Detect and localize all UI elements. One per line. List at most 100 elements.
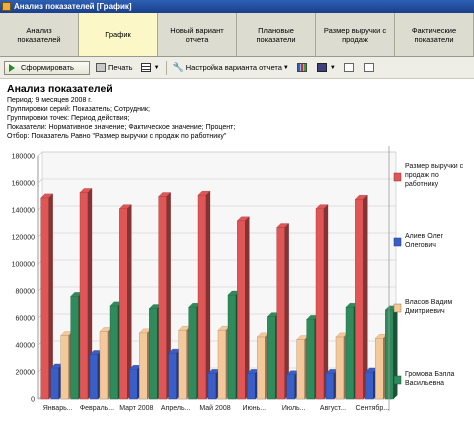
bar-front [345, 306, 355, 400]
bar-front [375, 338, 384, 400]
legend-label: Громова Бэлла Васильевна [405, 371, 455, 387]
bar-side [323, 204, 329, 400]
bar-front [129, 369, 138, 400]
play-icon [9, 63, 15, 72]
legend-swatch [393, 237, 402, 247]
bar-front [50, 367, 59, 400]
wrench-icon: 🔧 [172, 62, 184, 72]
bar [197, 190, 211, 400]
legend-swatch [393, 375, 402, 385]
chevron-down-icon: ▼ [329, 64, 336, 71]
y-tick-label: 120000 [12, 235, 35, 242]
bar-front [109, 305, 119, 400]
help-icon [363, 63, 374, 72]
chart-type-button[interactable] [295, 61, 311, 75]
bar-front [315, 208, 325, 400]
bar-side [245, 216, 250, 400]
settings-button[interactable]: 🔧 Настройка варианта отчета ▼ [171, 61, 291, 75]
info-series-grouping: Группировки серий: Показатель; Сотрудник… [7, 106, 150, 113]
y-tick-label: 20000 [16, 370, 36, 377]
tab-actual[interactable]: Фактические показатели [395, 13, 474, 56]
y-tick-label: 40000 [16, 343, 36, 350]
gridline-diagonal [37, 151, 43, 157]
bar-front [178, 329, 187, 400]
bar [236, 216, 250, 400]
bar-front [168, 352, 177, 400]
tab-chart[interactable]: График [79, 13, 158, 56]
info-point-grouping: Группировки точек: Период действия; [7, 115, 130, 122]
bar-front [257, 336, 266, 400]
tab-planned[interactable]: Плановые показатели [237, 13, 316, 56]
x-tick-label: Март 2008 [119, 405, 153, 412]
save-button[interactable]: ▼ [315, 61, 338, 75]
help-button[interactable] [362, 61, 378, 75]
bar-front [70, 296, 79, 400]
bar-front [267, 316, 276, 400]
bar-front [247, 373, 256, 400]
legend-swatch [393, 303, 402, 313]
bar-front [79, 192, 89, 400]
gridline-diagonal [37, 178, 43, 184]
y-tick-label: 140000 [12, 208, 35, 215]
tab-bar: Анализ показателей График Новый вариант … [0, 13, 474, 57]
info-period: Период: 9 месяцев 2008 г. [7, 97, 92, 104]
bar-front [296, 339, 305, 400]
legend-label: Размер выручки с продаж по работнику [405, 163, 464, 188]
bar-side [205, 190, 211, 400]
bar-front [139, 332, 148, 400]
y-tick-label: 80000 [16, 289, 36, 296]
bar-front [227, 294, 237, 400]
checkbox-icon [343, 63, 354, 72]
save-icon [316, 63, 327, 72]
bar-side [284, 223, 289, 400]
bar-front [188, 306, 197, 400]
y-tick-label: 180000 [12, 154, 35, 161]
info-indicators: Показатели: Нормативное значение; Фактич… [7, 124, 236, 131]
bar-front [197, 194, 207, 400]
bar-front [89, 354, 99, 400]
y-tick-label: 160000 [12, 181, 35, 188]
bar-front [99, 331, 109, 400]
bar-front [355, 199, 364, 400]
bar-front [119, 208, 128, 400]
toolbar-separator [165, 60, 167, 75]
generate-label: Сформировать [21, 63, 74, 72]
bar-front [158, 196, 167, 400]
report-title: Анализ показателей [7, 83, 113, 95]
tab-analysis[interactable]: Анализ показателей [0, 13, 79, 56]
toolbar: Сформировать Печать ▼ 🔧 Настройка вариан… [0, 57, 474, 79]
y-tick-label: 60000 [16, 316, 36, 323]
x-tick-label: Апрель... [161, 405, 191, 412]
table-view-button[interactable]: ▼ [139, 61, 162, 75]
x-tick-label: Январь... [43, 405, 73, 412]
bar-front [149, 308, 158, 400]
printer-icon [96, 63, 106, 72]
generate-button[interactable]: Сформировать [4, 60, 90, 75]
bar-front [286, 374, 295, 400]
bar-front [365, 371, 374, 400]
title-bar: Анализ показателей [График] [0, 0, 474, 13]
x-tick-label: Июнь... [243, 405, 267, 412]
chevron-down-icon: ▼ [282, 64, 289, 71]
y-tick-label: 0 [31, 397, 35, 404]
tab-new-variant[interactable]: Новый вариант отчета [158, 13, 237, 56]
x-tick-label: Май 2008 [199, 404, 230, 412]
bar [315, 204, 329, 400]
print-label: Печать [108, 63, 133, 72]
tab-revenue[interactable]: Размер выручки с продаж [316, 13, 395, 56]
x-tick-label: Сентябр... [356, 404, 390, 412]
option-button[interactable] [342, 61, 358, 75]
bar-side [393, 305, 398, 400]
print-button[interactable]: Печать [94, 61, 135, 75]
bar-side [363, 194, 368, 400]
legend-swatch [393, 172, 402, 182]
bar-chart: 0 20000 40000 60000 80000 100000 120000 140000 1… [12, 146, 464, 412]
bar-front [60, 335, 69, 400]
legend-label: Власов Вадим Дмитриевич [405, 299, 452, 315]
legend-label: Алиев Олег Олегович [405, 233, 444, 249]
bar [276, 223, 290, 400]
bar-front [207, 373, 217, 400]
bar [384, 305, 398, 400]
settings-label: Настройка варианта отчета [185, 63, 282, 72]
x-tick-label: Февраль... [80, 405, 114, 412]
